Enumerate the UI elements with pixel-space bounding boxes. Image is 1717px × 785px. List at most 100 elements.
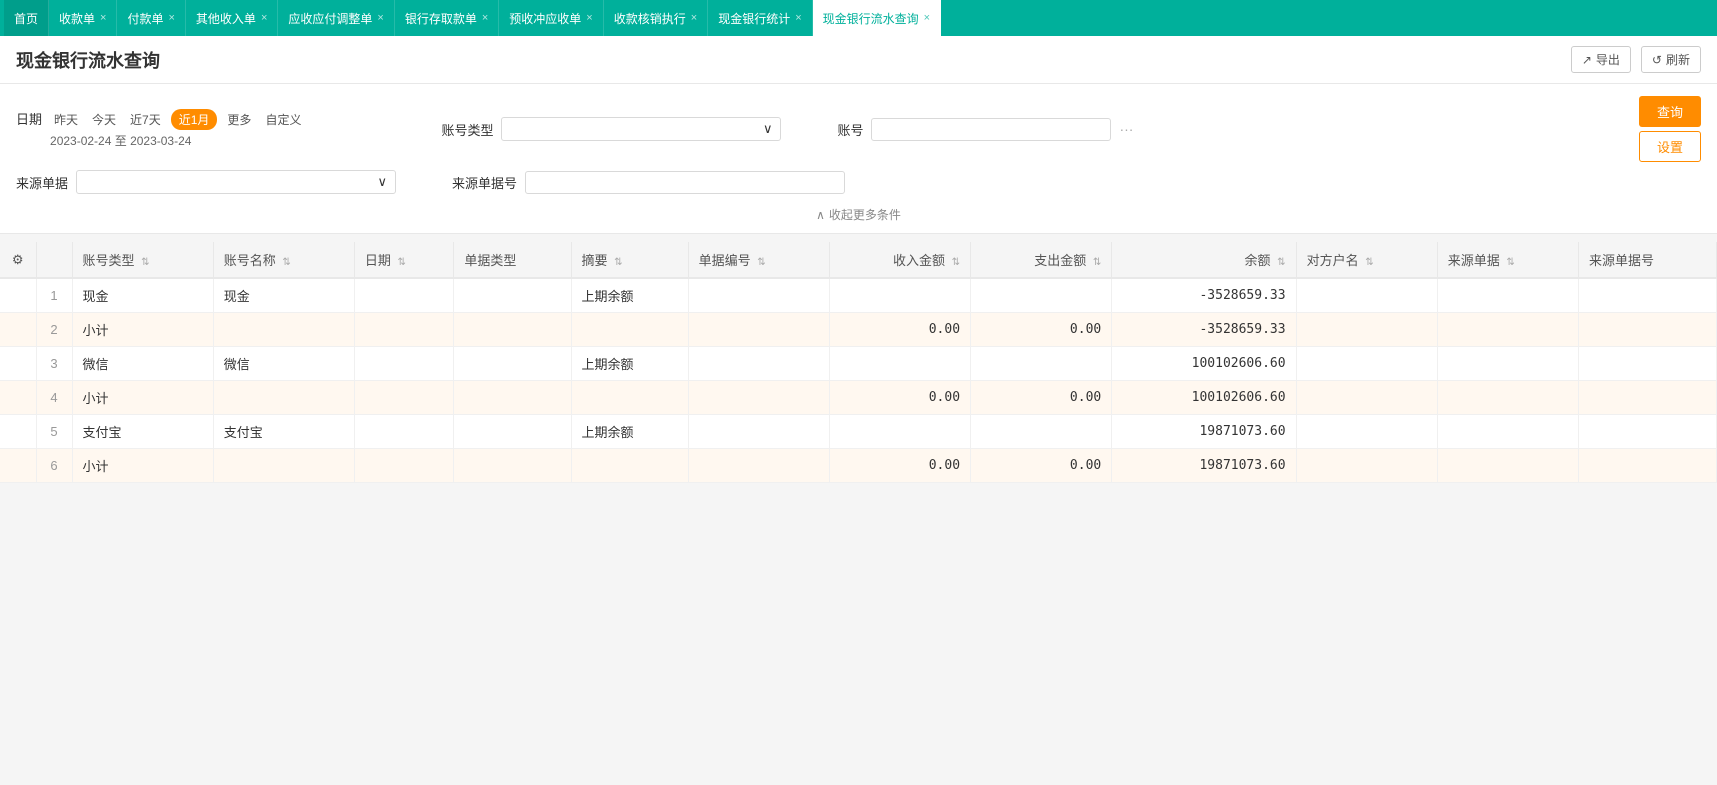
table-row: 1现金现金上期余额-3528659.33	[0, 278, 1717, 313]
cash-stats-tab-close[interactable]: ×	[795, 12, 801, 24]
th-source-doc-label: 来源单据	[1448, 253, 1500, 268]
row-balance-cell: 19871073.60	[1112, 449, 1296, 483]
date-filter-group: 日期 昨天 今天 近7天 近1月 更多 自定义 2023-02-24 至 202…	[16, 109, 305, 149]
row-source-doc-no-cell	[1578, 415, 1716, 449]
row-account-name-cell: 支付宝	[213, 415, 354, 449]
row-source-doc-cell	[1437, 415, 1578, 449]
source-doc-select[interactable]: ∨	[76, 170, 396, 194]
nav-tab-bank-deposit[interactable]: 银行存取款单 ×	[395, 0, 499, 36]
th-source-doc-sort-icon[interactable]: ⇅	[1506, 257, 1514, 268]
table-settings-icon[interactable]: ⚙	[12, 252, 24, 267]
th-doc-no-sort-icon[interactable]: ⇅	[757, 257, 765, 268]
filter-row-2: 来源单据 ∨ 来源单据号	[16, 170, 1701, 194]
date-opt-yesterday[interactable]: 昨天	[50, 109, 82, 130]
nav-tab-receipt[interactable]: 收款单 ×	[49, 0, 117, 36]
row-number-cell: 1	[36, 278, 72, 313]
account-ellipsis[interactable]: ···	[1119, 121, 1133, 137]
query-button[interactable]: 查询	[1639, 96, 1701, 127]
settings-button[interactable]: 设置	[1639, 131, 1701, 162]
nav-tab-home[interactable]: 首页	[4, 0, 49, 36]
nav-tab-payment[interactable]: 付款单 ×	[117, 0, 185, 36]
account-type-select[interactable]: ∨	[501, 117, 781, 141]
row-counterpart-cell	[1296, 347, 1437, 381]
row-number-cell: 3	[36, 347, 72, 381]
cash-flow-tab-close[interactable]: ×	[924, 12, 930, 24]
other-income-tab-close[interactable]: ×	[261, 12, 267, 24]
row-doc-type-cell	[454, 347, 571, 381]
export-button[interactable]: ↗ 导出	[1571, 46, 1631, 73]
nav-tab-ar-ap-adjust[interactable]: 应收应付调整单 ×	[278, 0, 394, 36]
row-gear-cell	[0, 278, 36, 313]
th-summary: 摘要 ⇅	[571, 242, 688, 278]
row-balance-cell: 19871073.60	[1112, 415, 1296, 449]
row-doc-no-cell	[688, 278, 829, 313]
th-summary-sort-icon[interactable]: ⇅	[614, 257, 622, 268]
row-source-doc-no-cell	[1578, 449, 1716, 483]
th-gear: ⚙	[0, 242, 36, 278]
verification-tab-close[interactable]: ×	[691, 12, 697, 24]
nav-tab-prepaid[interactable]: 预收冲应收单 ×	[499, 0, 603, 36]
row-source-doc-cell	[1437, 449, 1578, 483]
nav-tab-verification[interactable]: 收款核销执行 ×	[604, 0, 708, 36]
row-expense-cell: 0.00	[971, 381, 1112, 415]
date-opt-more[interactable]: 更多	[223, 109, 255, 130]
row-doc-no-cell	[688, 449, 829, 483]
row-date-cell	[354, 415, 454, 449]
date-filter-label: 日期	[16, 109, 42, 128]
row-source-doc-no-cell	[1578, 347, 1716, 381]
row-summary-cell: 上期余额	[571, 415, 688, 449]
receipt-tab-label: 收款单	[59, 10, 95, 27]
row-number-cell: 2	[36, 313, 72, 347]
ar-ap-adjust-tab-close[interactable]: ×	[377, 12, 383, 24]
th-date-sort-icon[interactable]: ⇅	[398, 257, 406, 268]
row-account-name-cell	[213, 313, 354, 347]
th-balance-sort-icon[interactable]: ⇅	[1277, 257, 1285, 268]
data-table: ⚙ 账号类型 ⇅ 账号名称 ⇅ 日期 ⇅ 单据类型	[0, 242, 1717, 483]
th-expense-label: 支出金额	[1034, 253, 1086, 268]
account-type-chevron-icon: ∨	[763, 121, 773, 137]
row-expense-cell: 0.00	[971, 313, 1112, 347]
table-row: 5支付宝支付宝上期余额19871073.60	[0, 415, 1717, 449]
th-income-sort-icon[interactable]: ⇅	[952, 257, 960, 268]
date-opt-custom[interactable]: 自定义	[261, 109, 305, 130]
row-counterpart-cell	[1296, 381, 1437, 415]
row-doc-type-cell	[454, 278, 571, 313]
nav-tab-cash-flow[interactable]: 现金银行流水查询 ×	[813, 0, 941, 36]
row-income-cell: 0.00	[829, 313, 970, 347]
payment-tab-close[interactable]: ×	[168, 12, 174, 24]
date-range-display: 2023-02-24 至 2023-03-24	[50, 132, 305, 149]
th-account-type-sort-icon[interactable]: ⇅	[141, 257, 149, 268]
filter-row-1: 日期 昨天 今天 近7天 近1月 更多 自定义 2023-02-24 至 202…	[16, 96, 1701, 162]
date-opt-today[interactable]: 今天	[88, 109, 120, 130]
table-row: 6小计0.000.0019871073.60	[0, 449, 1717, 483]
header-actions: ↗ 导出 ↺ 刷新	[1571, 46, 1701, 73]
date-options-wrapper: 昨天 今天 近7天 近1月 更多 自定义 2023-02-24 至 2023-0…	[50, 109, 305, 149]
th-counterpart-sort-icon[interactable]: ⇅	[1365, 257, 1373, 268]
row-number-cell: 5	[36, 415, 72, 449]
account-filter-group: 账号 ···	[837, 118, 1133, 141]
row-income-cell	[829, 347, 970, 381]
date-opt-1month[interactable]: 近1月	[171, 109, 218, 130]
home-tab-label: 首页	[14, 10, 38, 27]
refresh-button[interactable]: ↺ 刷新	[1641, 46, 1701, 73]
prepaid-tab-close[interactable]: ×	[586, 12, 592, 24]
row-doc-no-cell	[688, 381, 829, 415]
collapse-bar[interactable]: ∧ 收起更多条件	[16, 202, 1701, 225]
source-doc-no-input[interactable]	[525, 171, 845, 194]
receipt-tab-close[interactable]: ×	[100, 12, 106, 24]
account-input[interactable]	[871, 118, 1111, 141]
bank-deposit-tab-close[interactable]: ×	[482, 12, 488, 24]
th-source-doc-no: 来源单据号	[1578, 242, 1716, 278]
th-account-name-sort-icon[interactable]: ⇅	[282, 257, 290, 268]
date-opt-7days[interactable]: 近7天	[126, 109, 165, 130]
nav-tab-cash-stats[interactable]: 现金银行统计 ×	[708, 0, 812, 36]
row-account-type-cell: 小计	[72, 381, 213, 415]
source-doc-label: 来源单据	[16, 173, 68, 192]
row-income-cell	[829, 415, 970, 449]
table-row: 3微信微信上期余额100102606.60	[0, 347, 1717, 381]
row-doc-no-cell	[688, 347, 829, 381]
row-income-cell	[829, 278, 970, 313]
nav-tab-other-income[interactable]: 其他收入单 ×	[186, 0, 278, 36]
th-expense-sort-icon[interactable]: ⇅	[1093, 257, 1101, 268]
page-title: 现金银行流水查询	[16, 47, 160, 73]
